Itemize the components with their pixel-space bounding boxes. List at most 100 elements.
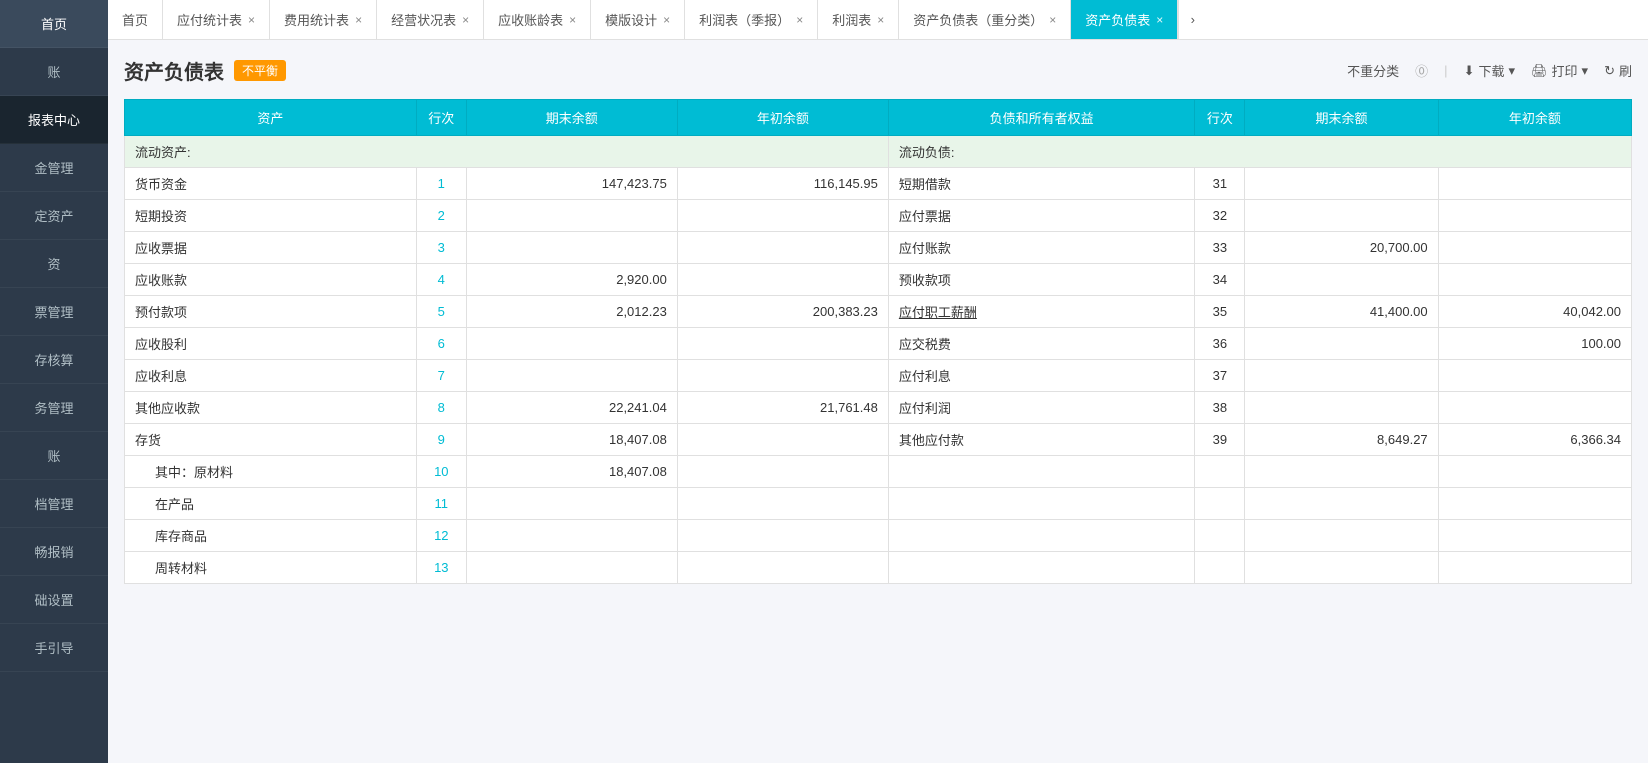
left-section-label: 流动资产:	[125, 136, 889, 168]
begin-balance-left	[677, 200, 888, 232]
sidebar-item-expense[interactable]: 务管理	[0, 384, 108, 432]
table-row: 在产品 11	[125, 488, 1632, 520]
liability-name: 预收款项	[888, 264, 1195, 296]
col-header-row-left: 行次	[416, 100, 466, 136]
table-row: 预付款项 5 2,012.23 200,383.23 应付职工薪酬 35 41,…	[125, 296, 1632, 328]
end-balance-left: 2,012.23	[466, 296, 677, 328]
begin-balance-left	[677, 232, 888, 264]
liability-name	[888, 488, 1195, 520]
sidebar-item-home[interactable]: 首页	[0, 0, 108, 48]
row-num-left: 9	[416, 424, 466, 456]
liability-name	[888, 520, 1195, 552]
tab-receivable-age-close[interactable]: ×	[569, 13, 576, 27]
liability-name	[888, 456, 1195, 488]
tab-template-close[interactable]: ×	[663, 13, 670, 27]
sidebar-item-accounts[interactable]: 账	[0, 432, 108, 480]
sidebar-item-investment[interactable]: 资	[0, 240, 108, 288]
asset-name: 其他应收款	[125, 392, 417, 424]
begin-balance-left: 116,145.95	[677, 168, 888, 200]
tab-receivable-age[interactable]: 应收账龄表 ×	[484, 0, 591, 40]
begin-balance-left	[677, 328, 888, 360]
row-num-left: 5	[416, 296, 466, 328]
begin-balance-right: 6,366.34	[1438, 424, 1631, 456]
page-header: 资产负债表 不平衡 不重分类 ⓪ | ⬇ 下载 ▾ 🖨 打印 ▾ ↻	[124, 56, 1632, 85]
begin-balance-right	[1438, 488, 1631, 520]
col-header-row-right: 行次	[1195, 100, 1245, 136]
sidebar-item-fixed-assets[interactable]: 定资产	[0, 192, 108, 240]
col-header-begin-right: 年初余额	[1438, 100, 1631, 136]
end-balance-right	[1245, 168, 1438, 200]
tab-profit-close[interactable]: ×	[877, 13, 884, 27]
classify-button[interactable]: 不重分类	[1347, 61, 1399, 80]
end-balance-left	[466, 200, 677, 232]
row-num-left: 13	[416, 552, 466, 584]
help-icon[interactable]: ⓪	[1415, 61, 1428, 80]
tab-expense[interactable]: 费用统计表 ×	[270, 0, 377, 40]
tab-profit[interactable]: 利润表 ×	[818, 0, 899, 40]
tab-expense-close[interactable]: ×	[355, 13, 362, 27]
liability-name	[888, 552, 1195, 584]
end-balance-right: 20,700.00	[1245, 232, 1438, 264]
tab-payable-close[interactable]: ×	[248, 13, 255, 27]
tab-balance[interactable]: 资产负债表 ×	[1071, 0, 1178, 40]
end-balance-right	[1245, 520, 1438, 552]
liability-name: 应付利息	[888, 360, 1195, 392]
sidebar-item-guide[interactable]: 手引导	[0, 624, 108, 672]
tab-balance-close[interactable]: ×	[1156, 13, 1163, 27]
tab-profit-quarter[interactable]: 利润表（季报） ×	[685, 0, 818, 40]
liability-name: 应付票据	[888, 200, 1195, 232]
asset-name: 应收股利	[125, 328, 417, 360]
tab-home[interactable]: 首页	[108, 0, 163, 40]
row-num-left: 3	[416, 232, 466, 264]
begin-balance-right	[1438, 168, 1631, 200]
begin-balance-right	[1438, 264, 1631, 296]
section-header-current: 流动资产: 流动负债:	[125, 136, 1632, 168]
row-num-left: 2	[416, 200, 466, 232]
liability-name: 其他应付款	[888, 424, 1195, 456]
tab-next-arrow[interactable]: ›	[1178, 0, 1206, 40]
sidebar-item-file[interactable]: 档管理	[0, 480, 108, 528]
row-num-right	[1195, 488, 1245, 520]
col-header-liability: 负债和所有者权益	[888, 100, 1195, 136]
row-num-right: 32	[1195, 200, 1245, 232]
tab-balance-reclassified-label: 资产负债表（重分类）	[913, 10, 1043, 29]
download-button[interactable]: ⬇ 下载 ▾	[1464, 61, 1515, 80]
begin-balance-right	[1438, 360, 1631, 392]
sidebar-item-fund[interactable]: 金管理	[0, 144, 108, 192]
tab-balance-reclassified-close[interactable]: ×	[1049, 13, 1056, 27]
print-button[interactable]: 🖨 打印 ▾	[1531, 61, 1588, 80]
col-header-asset: 资产	[125, 100, 417, 136]
tab-profit-quarter-close[interactable]: ×	[796, 13, 803, 27]
tab-balance-label: 资产负债表	[1085, 10, 1150, 29]
asset-name: 预付款项	[125, 296, 417, 328]
end-balance-right	[1245, 552, 1438, 584]
sidebar-item-bill[interactable]: 票管理	[0, 288, 108, 336]
sidebar-item-sales[interactable]: 畅报销	[0, 528, 108, 576]
sidebar-item-inventory[interactable]: 存核算	[0, 336, 108, 384]
end-balance-left	[466, 328, 677, 360]
sidebar-item-settings[interactable]: 础设置	[0, 576, 108, 624]
tab-operations[interactable]: 经营状况表 ×	[377, 0, 484, 40]
tab-operations-label: 经营状况表	[391, 10, 456, 29]
begin-balance-right: 40,042.00	[1438, 296, 1631, 328]
tab-payable[interactable]: 应付统计表 ×	[163, 0, 270, 40]
tab-balance-reclassified[interactable]: 资产负债表（重分类） ×	[899, 0, 1071, 40]
end-balance-right	[1245, 360, 1438, 392]
begin-balance-left: 21,761.48	[677, 392, 888, 424]
sidebar-item-report-center[interactable]: 报表中心	[0, 96, 108, 144]
row-num-right: 31	[1195, 168, 1245, 200]
sidebar-item-ledger[interactable]: 账	[0, 48, 108, 96]
end-balance-left	[466, 232, 677, 264]
end-balance-right: 8,649.27	[1245, 424, 1438, 456]
col-header-end-left: 期末余额	[466, 100, 677, 136]
end-balance-left	[466, 552, 677, 584]
table-row: 存货 9 18,407.08 其他应付款 39 8,649.27 6,366.3…	[125, 424, 1632, 456]
tab-template[interactable]: 模版设计 ×	[591, 0, 685, 40]
table-row: 其中：原材料 10 18,407.08	[125, 456, 1632, 488]
print-icon: 🖨	[1531, 63, 1548, 79]
end-balance-right	[1245, 392, 1438, 424]
refresh-button[interactable]: ↻ 刷	[1604, 61, 1632, 80]
tab-operations-close[interactable]: ×	[462, 13, 469, 27]
row-num-right: 35	[1195, 296, 1245, 328]
end-balance-left: 18,407.08	[466, 456, 677, 488]
